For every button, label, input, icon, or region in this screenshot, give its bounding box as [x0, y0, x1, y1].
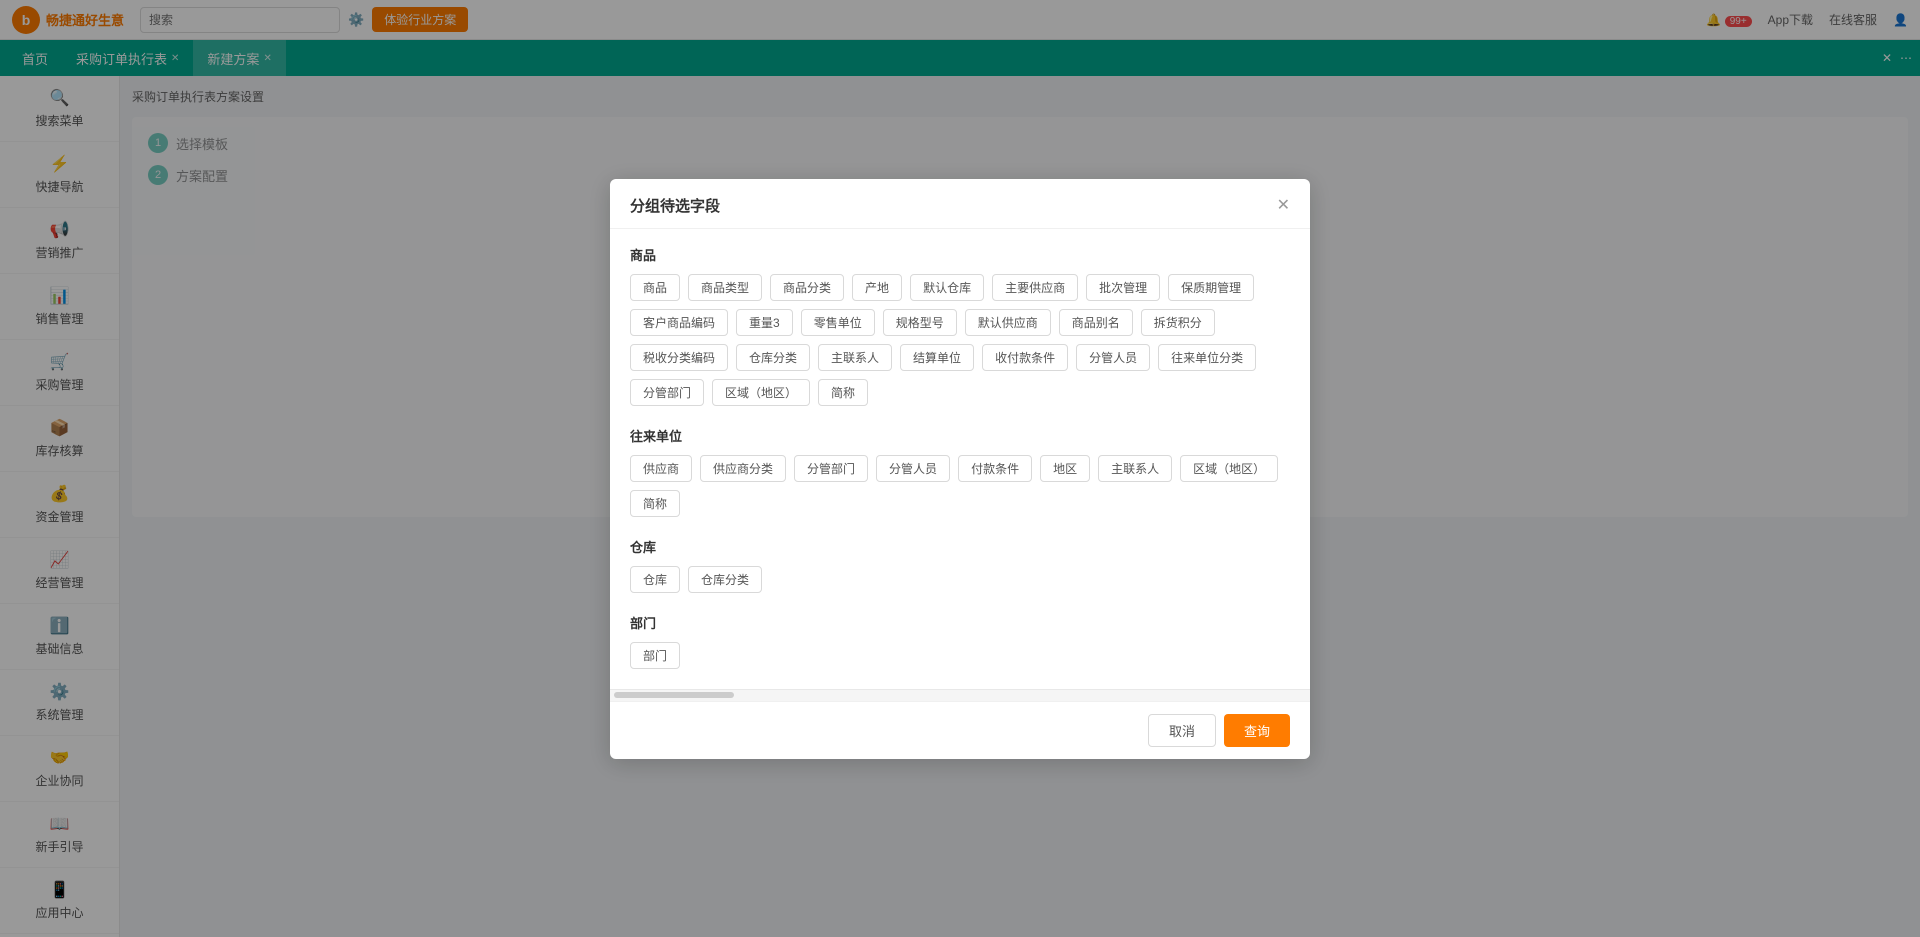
section-goods: 商品 商品 商品类型 商品分类 产地 默认仓库 主要供应商 批次管理 保质期管理… — [630, 245, 1290, 406]
field-select-modal: 分组待选字段 ✕ 商品 商品 商品类型 商品分类 产地 默认仓库 主要供应商 批… — [610, 179, 1310, 759]
tag-region-2[interactable]: 区域（地区） — [1180, 455, 1278, 482]
tag-goods-type[interactable]: 商品类型 — [688, 274, 762, 301]
modal-title: 分组待选字段 — [630, 195, 720, 216]
modal-overlay: 分组待选字段 ✕ 商品 商品 商品类型 商品分类 产地 默认仓库 主要供应商 批… — [0, 0, 1920, 937]
tag-sup-dept[interactable]: 分管部门 — [794, 455, 868, 482]
tag-retail-unit[interactable]: 零售单位 — [801, 309, 875, 336]
modal-hscrollbar[interactable] — [610, 689, 1310, 701]
modal-header: 分组待选字段 ✕ — [610, 179, 1310, 229]
tag-department[interactable]: 部门 — [630, 642, 680, 669]
tag-default-warehouse[interactable]: 默认仓库 — [910, 274, 984, 301]
tag-abbr[interactable]: 简称 — [818, 379, 868, 406]
tag-batch[interactable]: 批次管理 — [1086, 274, 1160, 301]
modal-close-button[interactable]: ✕ — [1277, 195, 1290, 215]
tag-supplier[interactable]: 供应商 — [630, 455, 692, 482]
tag-goods-category[interactable]: 商品分类 — [770, 274, 844, 301]
tag-customer-code[interactable]: 客户商品编码 — [630, 309, 728, 336]
section-warehouse-title: 仓库 — [630, 537, 1290, 556]
tag-warehouse[interactable]: 仓库 — [630, 566, 680, 593]
section-counterpart: 往来单位 供应商 供应商分类 分管部门 分管人员 付款条件 地区 主联系人 区域… — [630, 426, 1290, 517]
counterpart-tags: 供应商 供应商分类 分管部门 分管人员 付款条件 地区 主联系人 区域（地区） … — [630, 455, 1290, 517]
tag-sup-person[interactable]: 分管人员 — [876, 455, 950, 482]
goods-tags: 商品 商品类型 商品分类 产地 默认仓库 主要供应商 批次管理 保质期管理 客户… — [630, 274, 1290, 406]
tag-default-supplier[interactable]: 默认供应商 — [965, 309, 1051, 336]
tag-main-contact[interactable]: 主联系人 — [818, 344, 892, 371]
section-dept: 部门 部门 — [630, 613, 1290, 669]
confirm-button[interactable]: 查询 — [1224, 714, 1290, 747]
tag-settlement-unit[interactable]: 结算单位 — [900, 344, 974, 371]
cancel-button[interactable]: 取消 — [1148, 714, 1216, 747]
tag-goods[interactable]: 商品 — [630, 274, 680, 301]
tag-region[interactable]: 区域（地区） — [712, 379, 810, 406]
tag-shelf-life[interactable]: 保质期管理 — [1168, 274, 1254, 301]
warehouse-tags: 仓库 仓库分类 — [630, 566, 1290, 593]
tag-spec-model[interactable]: 规格型号 — [883, 309, 957, 336]
tag-warehouse-cat[interactable]: 仓库分类 — [688, 566, 762, 593]
modal-body: 商品 商品 商品类型 商品分类 产地 默认仓库 主要供应商 批次管理 保质期管理… — [610, 229, 1310, 689]
tag-supplier-category[interactable]: 供应商分类 — [700, 455, 786, 482]
tag-origin[interactable]: 产地 — [852, 274, 902, 301]
tag-warehouse-category[interactable]: 仓库分类 — [736, 344, 810, 371]
tag-split-points[interactable]: 拆货积分 — [1141, 309, 1215, 336]
section-dept-title: 部门 — [630, 613, 1290, 632]
tag-supervisor[interactable]: 分管人员 — [1076, 344, 1150, 371]
dept-tags: 部门 — [630, 642, 1290, 669]
tag-main-contact-2[interactable]: 主联系人 — [1098, 455, 1172, 482]
tag-counterpart-category[interactable]: 往来单位分类 — [1158, 344, 1256, 371]
section-counterpart-title: 往来单位 — [630, 426, 1290, 445]
tag-dept[interactable]: 分管部门 — [630, 379, 704, 406]
tag-abbr-2[interactable]: 简称 — [630, 490, 680, 517]
tag-payment-cond[interactable]: 付款条件 — [958, 455, 1032, 482]
tag-main-supplier[interactable]: 主要供应商 — [992, 274, 1078, 301]
tag-payment-terms[interactable]: 收付款条件 — [982, 344, 1068, 371]
modal-footer: 取消 查询 — [610, 701, 1310, 759]
tag-area[interactable]: 地区 — [1040, 455, 1090, 482]
section-goods-title: 商品 — [630, 245, 1290, 264]
tag-weight[interactable]: 重量3 — [736, 309, 793, 336]
tag-tax-code[interactable]: 税收分类编码 — [630, 344, 728, 371]
section-warehouse: 仓库 仓库 仓库分类 — [630, 537, 1290, 593]
tag-goods-alias[interactable]: 商品别名 — [1059, 309, 1133, 336]
